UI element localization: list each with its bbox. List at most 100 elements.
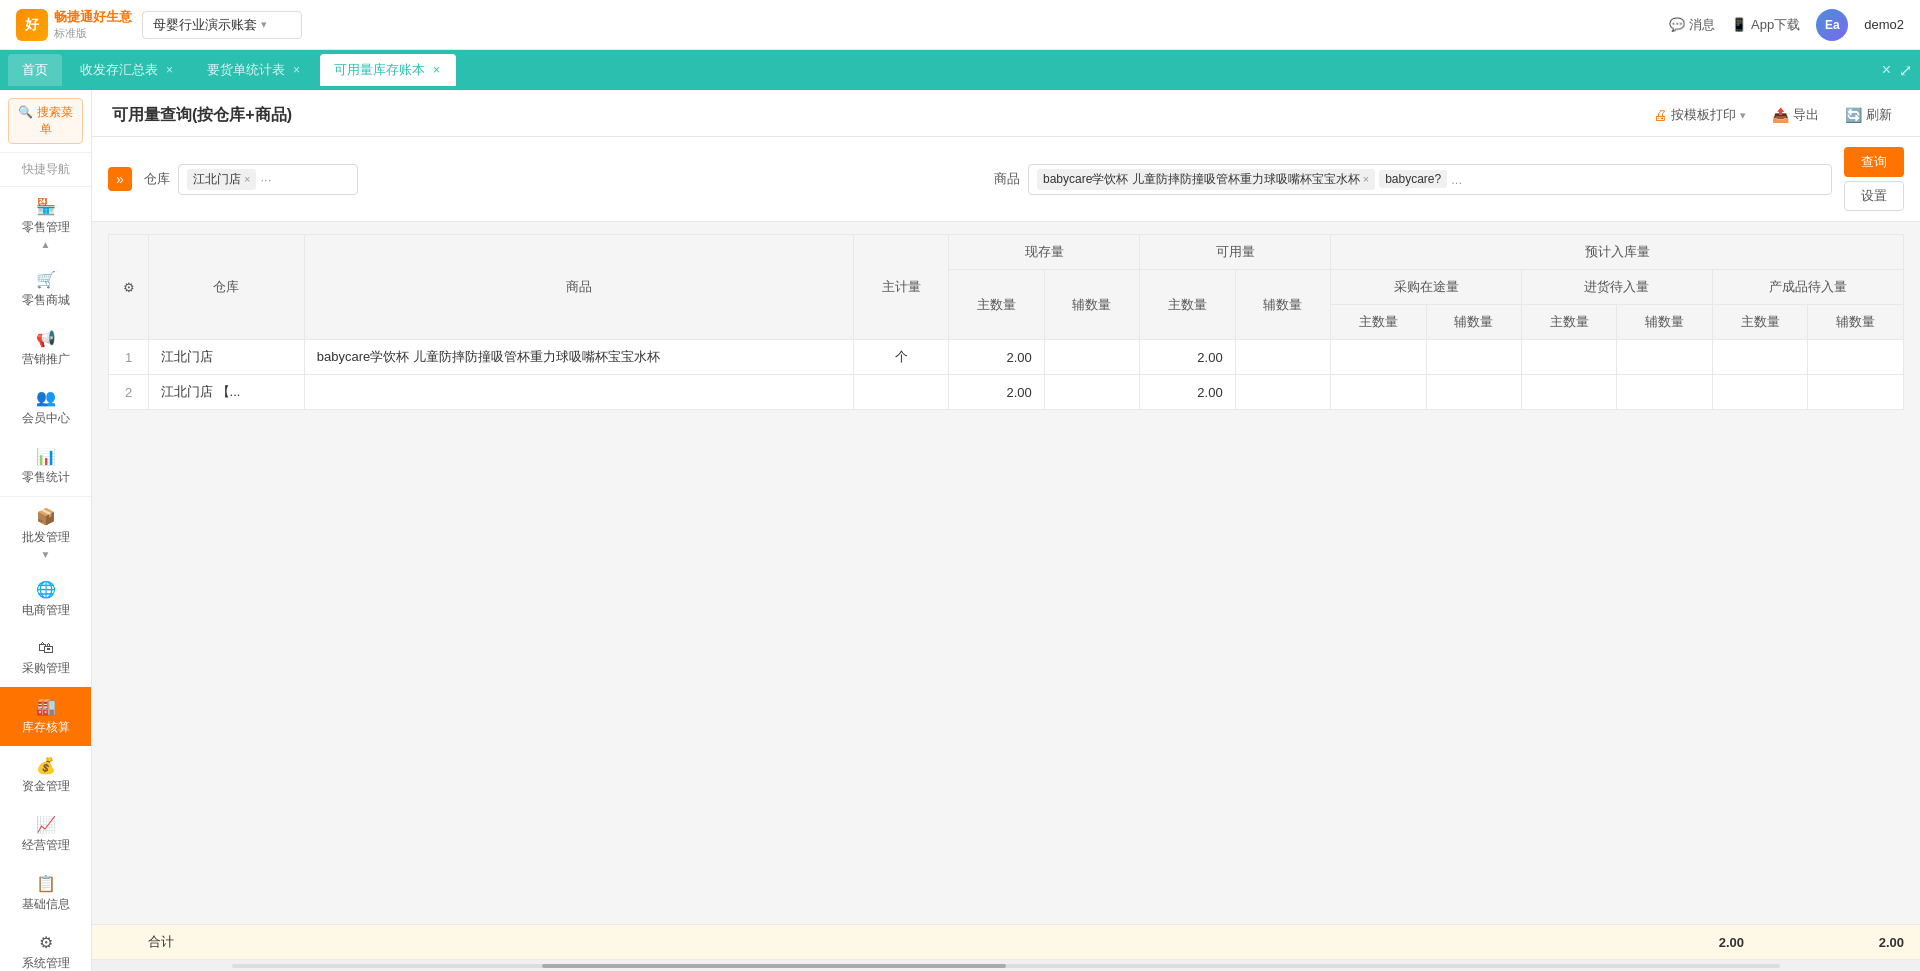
ecommerce-icon: 🌐	[36, 580, 56, 599]
sidebar-item-retail-stats[interactable]: 📊 零售统计	[0, 437, 91, 496]
unit-cell: 个	[853, 340, 948, 375]
available-sub-cell	[1235, 340, 1330, 375]
product-main-cell	[1712, 340, 1807, 375]
query-btn[interactable]: 查询	[1844, 147, 1904, 177]
row-num: 2	[109, 375, 149, 410]
warehouse-more[interactable]: ···	[260, 172, 271, 187]
tab-income-expense[interactable]: 收发存汇总表 ×	[66, 54, 189, 86]
export-btn[interactable]: 📤 导出	[1764, 102, 1827, 128]
scroll-track	[232, 964, 1780, 968]
sidebar-item-base-info[interactable]: 📋 基础信息	[0, 864, 91, 923]
header-right: 💬 消息 📱 App下载 Ea demo2	[1669, 9, 1904, 41]
settings-btn[interactable]: 设置	[1844, 181, 1904, 211]
sidebar-item-label: 零售管理	[22, 219, 70, 236]
forecast-in-col-header: 预计入库量	[1331, 235, 1904, 270]
table-row: 2 江北门店 【... 2.00 2.00	[109, 375, 1904, 410]
sidebar-item-inventory-mgmt[interactable]: 🏭 库存核算	[0, 687, 91, 746]
sidebar: 🔍 搜索菜单 快捷导航 🏪 零售管理 ▲ 🛒 零售商城 📢 营销推广 👥	[0, 90, 92, 971]
message-icon: 💬	[1669, 17, 1685, 32]
sidebar-item-label: 经营管理	[22, 837, 70, 854]
sidebar-item-label: 资金管理	[22, 778, 70, 795]
search-menu-label: 搜索菜单	[37, 105, 73, 136]
export-label: 导出	[1793, 106, 1819, 124]
product-input[interactable]: babycare学饮杯 儿童防摔防撞吸管杯重力球吸嘴杯宝宝水杯 × babyca…	[1028, 164, 1832, 195]
filter-area: » 仓库 江北门店 × ··· 商品 babycare学饮杯 儿童防摔防撞吸管杯…	[92, 137, 1920, 222]
purchase-main-cell	[1331, 375, 1426, 410]
retail-mall-icon: 🛒	[36, 270, 56, 289]
tab-order-stats[interactable]: 要货单统计表 ×	[193, 54, 316, 86]
maximize-icon[interactable]: ⤢	[1899, 61, 1912, 80]
scroll-thumb	[542, 964, 1006, 968]
product-filter-group: 商品 babycare学饮杯 儿童防摔防撞吸管杯重力球吸嘴杯宝宝水杯 × bab…	[994, 164, 1832, 195]
username[interactable]: demo2	[1864, 17, 1904, 32]
filter-expand-btn[interactable]: »	[108, 167, 132, 191]
refresh-label: 刷新	[1866, 106, 1892, 124]
logo-area: 好 畅捷通好生意 标准版	[16, 9, 132, 41]
current-sub-qty-header: 辅数量	[1044, 270, 1139, 340]
product-more[interactable]: ...	[1451, 172, 1462, 187]
sidebar-item-label: 零售统计	[22, 469, 70, 486]
arrival-sub-cell	[1617, 340, 1712, 375]
sidebar-item-label: 会员中心	[22, 410, 70, 427]
sidebar-item-wholesale-mgmt[interactable]: 📦 批发管理 ▼	[0, 497, 91, 570]
current-main-qty-header: 主数量	[949, 270, 1044, 340]
tab-income-expense-label: 收发存汇总表	[80, 61, 158, 79]
sidebar-section-retail: 🏪 零售管理 ▲ 🛒 零售商城 📢 营销推广 👥 会员中心 📊 零售统计	[0, 187, 91, 497]
sidebar-item-retail-mall[interactable]: 🛒 零售商城	[0, 260, 91, 319]
app-download-action[interactable]: 📱 App下载	[1731, 16, 1800, 34]
tab-available-stock[interactable]: 可用量库存账本 ×	[320, 54, 456, 86]
print-icon: 🖨	[1653, 107, 1667, 123]
sidebar-item-member-center[interactable]: 👥 会员中心	[0, 378, 91, 437]
data-table: ⚙ 仓库 商品 主计量 现存量 可用量 预计入库量 主数量 辅数量 主数量 辅数…	[108, 234, 1904, 410]
arrival-main-cell	[1522, 375, 1617, 410]
sidebar-item-sys-mgmt[interactable]: ⚙ 系统管理	[0, 923, 91, 971]
filter-actions: 查询 设置	[1844, 147, 1904, 211]
nav-tab-actions: × ⤢	[1882, 61, 1912, 80]
product-tag-label: babycare?	[1385, 172, 1441, 186]
tab-order-stats-label: 要货单统计表	[207, 61, 285, 79]
search-menu-button[interactable]: 🔍 搜索菜单	[8, 98, 83, 144]
chevron-icon: ▲	[41, 239, 51, 250]
sidebar-item-label: 批发管理	[22, 529, 70, 546]
quick-nav-label[interactable]: 快捷导航	[8, 161, 83, 178]
warehouse-label: 仓库	[144, 170, 170, 188]
product-cell	[304, 375, 853, 410]
warehouse-filter-group: 仓库 江北门店 × ···	[144, 164, 982, 195]
product-tag-2: babycare?	[1379, 170, 1447, 188]
refresh-btn[interactable]: 🔄 刷新	[1837, 102, 1900, 128]
product-main-header: 主数量	[1712, 305, 1807, 340]
sidebar-item-ops-mgmt[interactable]: 📈 经营管理	[0, 805, 91, 864]
quick-nav-area: 快捷导航	[0, 153, 91, 187]
message-action[interactable]: 💬 消息	[1669, 16, 1715, 34]
footer-available-main: 2.00	[1824, 935, 1904, 950]
finance-icon: 💰	[36, 756, 56, 775]
close-icon[interactable]: ×	[1363, 173, 1369, 185]
unit-col-header: 主计量	[853, 235, 948, 340]
bottom-scrollbar[interactable]	[92, 959, 1920, 971]
sidebar-item-purchase-mgmt[interactable]: 🛍 采购管理	[0, 629, 91, 687]
table-footer: 合计 2.00 2.00	[92, 924, 1920, 959]
close-icon[interactable]: ×	[291, 61, 302, 79]
available-main-cell: 2.00	[1140, 375, 1235, 410]
sidebar-item-finance-mgmt[interactable]: 💰 资金管理	[0, 746, 91, 805]
industry-selector[interactable]: 母婴行业演示账套 ▾	[142, 11, 302, 39]
template-print-btn[interactable]: 🖨 按模板打印 ▾	[1645, 102, 1754, 128]
close-icon[interactable]: ×	[431, 61, 442, 79]
sidebar-item-label: 营销推广	[22, 351, 70, 368]
close-icon[interactable]: ×	[244, 173, 250, 185]
footer-current-main: 2.00	[1684, 935, 1744, 950]
tab-home[interactable]: 首页	[8, 54, 62, 86]
arrival-sub-header: 辅数量	[1617, 305, 1712, 340]
warehouse-input[interactable]: 江北门店 × ···	[178, 164, 358, 195]
product-col-header: 商品	[304, 235, 853, 340]
main-layout: 🔍 搜索菜单 快捷导航 🏪 零售管理 ▲ 🛒 零售商城 📢 营销推广 👥	[0, 90, 1920, 971]
close-window-icon[interactable]: ×	[1882, 61, 1891, 79]
sidebar-item-retail-mgmt[interactable]: 🏪 零售管理 ▲	[0, 187, 91, 260]
sidebar-item-ecommerce[interactable]: 🌐 电商管理	[0, 570, 91, 629]
warehouse-tag: 江北门店 ×	[187, 169, 256, 190]
purchase-main-cell	[1331, 340, 1426, 375]
sidebar-section-wholesale: 📦 批发管理 ▼ 🌐 电商管理 🛍 采购管理 🏭 库存核算 💰 资金管理	[0, 497, 91, 971]
current-sub-cell	[1044, 375, 1139, 410]
close-icon[interactable]: ×	[164, 61, 175, 79]
sidebar-item-marketing[interactable]: 📢 营销推广	[0, 319, 91, 378]
